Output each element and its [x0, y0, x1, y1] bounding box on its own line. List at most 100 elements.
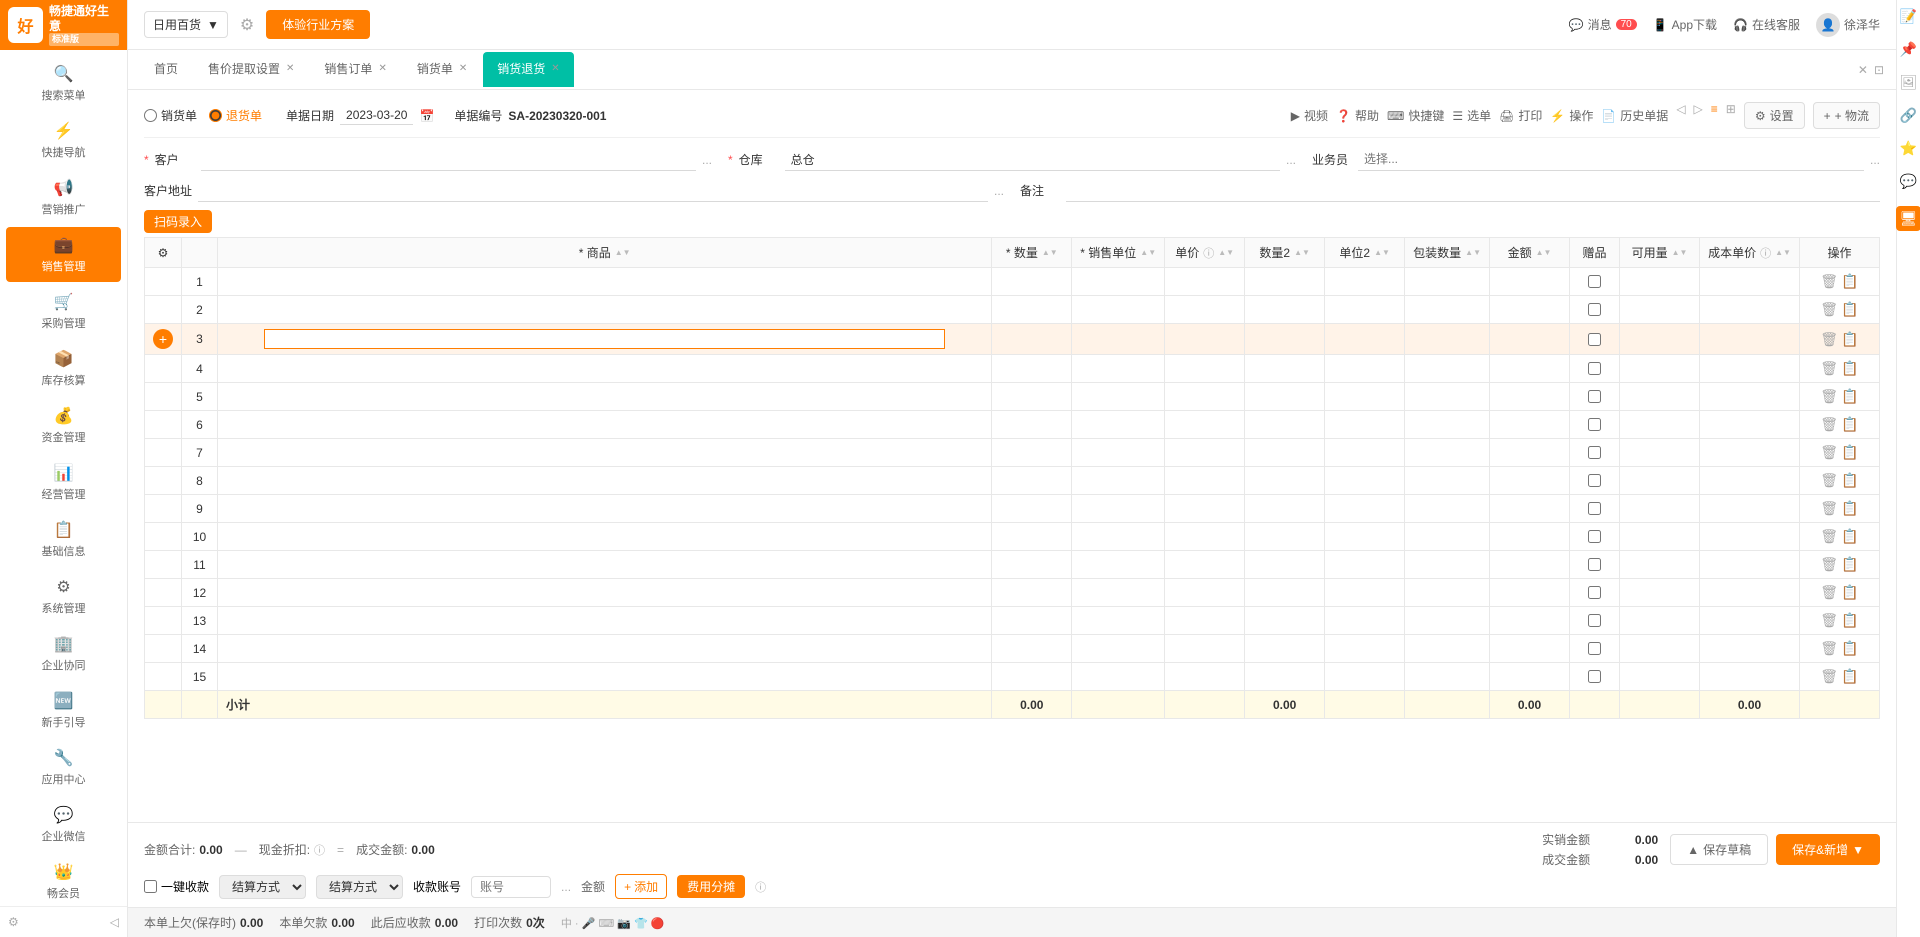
video-btn[interactable]: ▶ 视频: [1291, 102, 1328, 129]
tab-home[interactable]: 首页: [140, 52, 192, 87]
row-unit-cell[interactable]: [1072, 439, 1165, 467]
row-pkgqty-cell[interactable]: [1405, 268, 1490, 296]
row-amount-cell[interactable]: [1490, 635, 1570, 663]
row-unit-cell[interactable]: [1072, 523, 1165, 551]
add-btn[interactable]: + 添加: [615, 874, 667, 899]
row-qty-cell[interactable]: [992, 324, 1072, 355]
copy-row-icon[interactable]: 📋: [1841, 556, 1858, 572]
scan-btn[interactable]: 扫码录入: [144, 210, 212, 233]
row-qty-cell[interactable]: [992, 495, 1072, 523]
split-btn[interactable]: 费用分摊: [677, 875, 745, 898]
row-amount-cell[interactable]: [1490, 663, 1570, 691]
row-qty-cell[interactable]: [992, 635, 1072, 663]
row-costprice-cell[interactable]: [1700, 324, 1800, 355]
save-new-btn[interactable]: 保存&新增 ▼: [1776, 834, 1880, 865]
row-price-cell[interactable]: [1165, 355, 1245, 383]
row-qty2-cell[interactable]: [1245, 411, 1325, 439]
row-gift-cell[interactable]: [1570, 268, 1620, 296]
row-qty-cell[interactable]: [992, 607, 1072, 635]
row-product-cell[interactable]: [218, 607, 992, 635]
copy-row-icon[interactable]: 📋: [1841, 301, 1858, 317]
row-price-cell[interactable]: [1165, 411, 1245, 439]
row-available-cell[interactable]: [1620, 607, 1700, 635]
row-gift-cell[interactable]: [1570, 383, 1620, 411]
row-product-cell[interactable]: [218, 663, 992, 691]
price-info-icon[interactable]: ⓘ: [1203, 245, 1214, 261]
row-gift-cell[interactable]: [1570, 635, 1620, 663]
history-btn[interactable]: 📄 历史单据: [1601, 102, 1668, 129]
radio-sale-input[interactable]: [144, 109, 157, 122]
right-panel-link-icon[interactable]: 🔗: [1900, 107, 1917, 124]
radio-return[interactable]: 退货单: [209, 107, 262, 124]
row-product-cell[interactable]: [218, 467, 992, 495]
settlement-select[interactable]: 结算方式: [219, 875, 306, 899]
row-qty2-cell[interactable]: [1245, 523, 1325, 551]
row-costprice-cell[interactable]: [1700, 579, 1800, 607]
row-unit2-cell[interactable]: [1325, 439, 1405, 467]
row-product-cell[interactable]: [218, 355, 992, 383]
row-unit2-cell[interactable]: [1325, 383, 1405, 411]
row-price-cell[interactable]: [1165, 439, 1245, 467]
row-amount-cell[interactable]: [1490, 607, 1570, 635]
delete-row-icon[interactable]: 🗑: [1820, 668, 1838, 684]
row-unit2-cell[interactable]: [1325, 607, 1405, 635]
row-price-cell[interactable]: [1165, 551, 1245, 579]
row-pkgqty-cell[interactable]: [1405, 663, 1490, 691]
row-price-cell[interactable]: [1165, 324, 1245, 355]
row-unit-cell[interactable]: [1072, 551, 1165, 579]
gift-checkbox[interactable]: [1588, 642, 1601, 655]
right-panel-form-icon[interactable]: 📝: [1900, 8, 1917, 25]
row-price-cell[interactable]: [1165, 495, 1245, 523]
copy-row-icon[interactable]: 📋: [1841, 612, 1858, 628]
row-unit2-cell[interactable]: [1325, 495, 1405, 523]
maximize-icon[interactable]: ⊡: [1874, 63, 1884, 77]
row-product-cell[interactable]: [218, 439, 992, 467]
shortcut-btn[interactable]: ⌨ 快捷键: [1387, 102, 1444, 129]
row-qty2-cell[interactable]: [1245, 635, 1325, 663]
row-costprice-cell[interactable]: [1700, 663, 1800, 691]
row-available-cell[interactable]: [1620, 355, 1700, 383]
sidebar-item-shortcut[interactable]: ⚡ 快捷导航: [6, 113, 121, 168]
staff-input[interactable]: [1358, 148, 1864, 171]
industry-select[interactable]: 日用百货 ▼: [144, 11, 228, 38]
settings-icon[interactable]: ⚙: [240, 15, 254, 35]
list-view-icon[interactable]: ≡: [1711, 102, 1718, 129]
customer-dots[interactable]: ...: [702, 153, 712, 167]
row-unit-cell[interactable]: [1072, 355, 1165, 383]
row-pkgqty-cell[interactable]: [1405, 296, 1490, 324]
radio-sale[interactable]: 销货单: [144, 107, 197, 124]
save-draft-btn[interactable]: ▲ 保存草稿: [1670, 834, 1768, 865]
row-amount-cell[interactable]: [1490, 439, 1570, 467]
copy-row-icon[interactable]: 📋: [1841, 640, 1858, 656]
row-gift-cell[interactable]: [1570, 523, 1620, 551]
row-price-cell[interactable]: [1165, 607, 1245, 635]
row-costprice-cell[interactable]: [1700, 355, 1800, 383]
tab-sale-order[interactable]: 销售订单 ✕: [310, 52, 400, 87]
row-qty-cell[interactable]: [992, 411, 1072, 439]
row-product-cell[interactable]: [218, 268, 992, 296]
copy-row-icon[interactable]: 📋: [1841, 273, 1858, 289]
gift-checkbox[interactable]: [1588, 474, 1601, 487]
copy-row-icon[interactable]: 📋: [1841, 472, 1858, 488]
row-unit-cell[interactable]: [1072, 324, 1165, 355]
copy-row-icon[interactable]: 📋: [1841, 528, 1858, 544]
onepay-checkbox-input[interactable]: [144, 880, 157, 893]
row-product-cell[interactable]: [218, 296, 992, 324]
row-pkgqty-cell[interactable]: [1405, 411, 1490, 439]
row-pkgqty-cell[interactable]: [1405, 607, 1490, 635]
tab-sale-return-close[interactable]: ✕: [551, 63, 559, 74]
row-costprice-cell[interactable]: [1700, 467, 1800, 495]
row-gift-cell[interactable]: [1570, 355, 1620, 383]
row-qty-cell[interactable]: [992, 523, 1072, 551]
th-settings[interactable]: ⚙: [145, 238, 182, 268]
row-costprice-cell[interactable]: [1700, 411, 1800, 439]
print-btn[interactable]: 🖨 打印: [1499, 102, 1542, 129]
row-available-cell[interactable]: [1620, 551, 1700, 579]
sidebar-item-finance[interactable]: 💰 资金管理: [6, 398, 121, 453]
sidebar-item-sales[interactable]: 💼 销售管理: [6, 227, 121, 282]
split-info-icon[interactable]: ⓘ: [755, 879, 766, 895]
row-unit2-cell[interactable]: [1325, 663, 1405, 691]
delete-row-icon[interactable]: 🗑: [1820, 360, 1838, 376]
row-unit2-cell[interactable]: [1325, 324, 1405, 355]
row-costprice-cell[interactable]: [1700, 607, 1800, 635]
